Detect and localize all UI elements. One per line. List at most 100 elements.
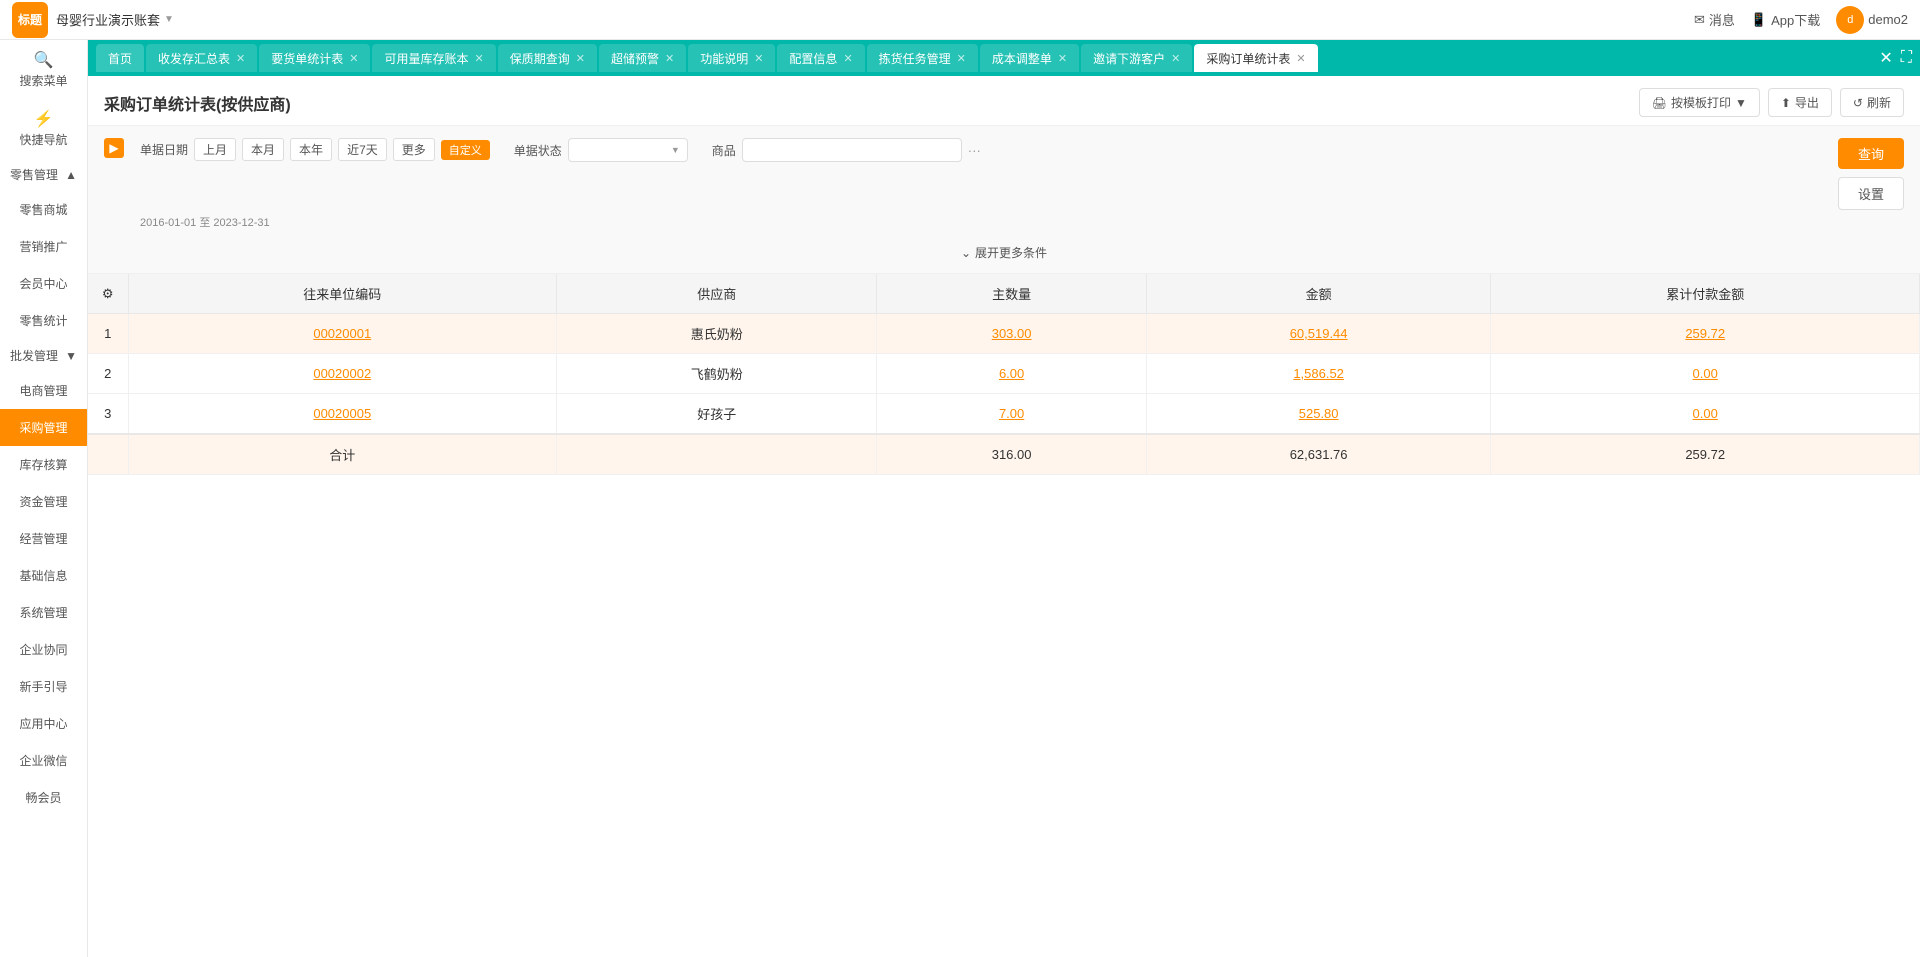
date-custom-badge[interactable]: 自定义 xyxy=(441,140,490,160)
tab-function-desc[interactable]: 功能说明 ✕ xyxy=(688,44,775,72)
cell-amount[interactable]: 1,586.52 xyxy=(1146,354,1491,394)
top-bar-left: 标题 母婴行业演示账套 ▼ xyxy=(12,2,174,38)
cell-paid-amount[interactable]: 259.72 xyxy=(1491,314,1920,354)
cell-paid-amount[interactable]: 0.00 xyxy=(1491,394,1920,435)
avatar: d xyxy=(1836,6,1864,34)
status-select[interactable] xyxy=(568,138,688,162)
sidebar-item-retail-stats[interactable]: 零售统计 xyxy=(0,302,87,339)
tab-shelf-life[interactable]: 保质期查询 ✕ xyxy=(498,44,597,72)
workspace-selector[interactable]: 母婴行业演示账套 ▼ xyxy=(56,10,174,29)
sidebar-item-enterprise[interactable]: 企业协同 xyxy=(0,631,87,668)
tab-overstock[interactable]: 超储预警 ✕ xyxy=(599,44,686,72)
date-shortcut-last-month[interactable]: 上月 xyxy=(194,138,236,161)
date-shortcut-more[interactable]: 更多 xyxy=(393,138,435,161)
tab-close-all-btn[interactable]: ✕ xyxy=(1879,48,1892,68)
close-icon[interactable]: ✕ xyxy=(349,52,358,65)
chevron-down-icon: ▲ xyxy=(65,168,77,182)
cell-no: 2 xyxy=(88,354,128,394)
cell-unit-code[interactable]: 00020001 xyxy=(128,314,557,354)
tab-home[interactable]: 首页 xyxy=(96,44,144,72)
close-icon[interactable]: ✕ xyxy=(1296,52,1305,65)
sidebar-item-purchase[interactable]: 采购管理 xyxy=(0,409,87,446)
cell-unit-code[interactable]: 00020002 xyxy=(128,354,557,394)
sidebar-item-newbie[interactable]: 新手引导 xyxy=(0,668,87,705)
download-icon: 📱 xyxy=(1751,12,1767,28)
close-icon[interactable]: ✕ xyxy=(475,52,484,65)
query-btn[interactable]: 查询 xyxy=(1838,138,1904,169)
close-icon[interactable]: ✕ xyxy=(236,52,245,65)
cell-supplier: 好孩子 xyxy=(557,394,877,435)
sidebar-item-quick-nav[interactable]: ⚡ 快捷导航 xyxy=(0,99,87,158)
settings-btn[interactable]: 设置 xyxy=(1838,177,1904,210)
export-btn[interactable]: ⬆ 导出 xyxy=(1768,88,1832,117)
table-row: 1 00020001 惠氏奶粉 303.00 60,519.44 259.72 xyxy=(88,314,1920,354)
tab-bar-actions: ✕ ⛶ xyxy=(1879,48,1912,68)
close-icon[interactable]: ✕ xyxy=(576,52,585,65)
sidebar-item-finance[interactable]: 资金管理 xyxy=(0,483,87,520)
app-logo: 标题 xyxy=(12,2,48,38)
tab-goods-stats[interactable]: 要货单统计表 ✕ xyxy=(259,44,370,72)
close-icon[interactable]: ✕ xyxy=(754,52,763,65)
goods-input[interactable] xyxy=(742,138,962,162)
tab-config-info[interactable]: 配置信息 ✕ xyxy=(777,44,864,72)
tab-maximize-btn[interactable]: ⛶ xyxy=(1901,48,1912,68)
close-icon[interactable]: ✕ xyxy=(665,52,674,65)
th-gear[interactable]: ⚙ xyxy=(88,274,128,314)
more-filters-icon[interactable]: ··· xyxy=(968,143,981,158)
sidebar-item-system[interactable]: 系统管理 xyxy=(0,594,87,631)
footer-paid-amount: 259.72 xyxy=(1491,434,1920,475)
refresh-btn[interactable]: ↺ 刷新 xyxy=(1840,88,1904,117)
template-print-btn[interactable]: 🖨 按模板打印 ▼ xyxy=(1639,88,1760,117)
date-shortcut-this-year[interactable]: 本年 xyxy=(290,138,332,161)
sidebar-item-marketing[interactable]: 营销推广 xyxy=(0,228,87,265)
filter-toggle-btn[interactable]: ▶ xyxy=(104,138,124,158)
sidebar-item-search[interactable]: 🔍 搜索菜单 xyxy=(0,40,87,99)
sidebar-item-basic-info[interactable]: 基础信息 xyxy=(0,557,87,594)
tab-receive-summary[interactable]: 收发存汇总表 ✕ xyxy=(146,44,257,72)
cell-main-qty[interactable]: 6.00 xyxy=(877,354,1146,394)
sidebar-item-wholesale[interactable]: 批发管理 ▼ xyxy=(0,339,87,372)
sidebar-item-member2[interactable]: 畅会员 xyxy=(0,779,87,816)
message-btn[interactable]: ✉ 消息 xyxy=(1694,10,1735,29)
table-body: 1 00020001 惠氏奶粉 303.00 60,519.44 259.72 … xyxy=(88,314,1920,435)
status-select-wrapper xyxy=(568,138,688,162)
close-icon[interactable]: ✕ xyxy=(1058,52,1067,65)
cell-main-qty[interactable]: 303.00 xyxy=(877,314,1146,354)
cell-unit-code[interactable]: 00020005 xyxy=(128,394,557,435)
main-content: 首页 收发存汇总表 ✕ 要货单统计表 ✕ 可用量库存账本 ✕ 保质期查询 ✕ 超… xyxy=(88,40,1920,957)
user-profile[interactable]: d demo2 xyxy=(1836,6,1908,34)
close-icon[interactable]: ✕ xyxy=(1171,52,1180,65)
top-bar-right: ✉ 消息 📱 App下载 d demo2 xyxy=(1694,6,1908,34)
tab-invite-downstream[interactable]: 邀请下游客户 ✕ xyxy=(1081,44,1192,72)
date-range-text: 2016-01-01 至 2023-12-31 xyxy=(140,214,270,230)
cell-amount[interactable]: 525.80 xyxy=(1146,394,1491,435)
tab-cost-adjust[interactable]: 成本调整单 ✕ xyxy=(980,44,1079,72)
chevron-down-icon-filter: ⌄ xyxy=(961,246,971,260)
sidebar-item-enterprise-wechat[interactable]: 企业微信 xyxy=(0,742,87,779)
date-shortcut-7days[interactable]: 近7天 xyxy=(338,138,387,161)
app-download-btn[interactable]: 📱 App下载 xyxy=(1751,10,1820,29)
sidebar-item-member[interactable]: 会员中心 xyxy=(0,265,87,302)
quick-nav-icon: ⚡ xyxy=(34,109,54,129)
tab-purchase-stats[interactable]: 采购订单统计表 ✕ xyxy=(1194,44,1317,72)
sidebar-item-inventory[interactable]: 库存核算 xyxy=(0,446,87,483)
expand-btn[interactable]: ⌄ 展开更多条件 xyxy=(961,244,1047,261)
sidebar-item-retail-shop[interactable]: 零售商城 xyxy=(0,191,87,228)
th-paid-amount: 累计付款金额 xyxy=(1491,274,1920,314)
table-area: ⚙ 往来单位编码 供应商 主数量 金额 累计付款金额 1 00020001 惠氏… xyxy=(88,274,1920,957)
close-icon[interactable]: ✕ xyxy=(957,52,966,65)
sidebar-item-app-center[interactable]: 应用中心 xyxy=(0,705,87,742)
close-icon[interactable]: ✕ xyxy=(843,52,852,65)
workspace-dropdown-arrow: ▼ xyxy=(164,14,174,25)
sidebar-item-operations[interactable]: 经营管理 xyxy=(0,520,87,557)
cell-paid-amount[interactable]: 0.00 xyxy=(1491,354,1920,394)
sidebar-item-ecommerce[interactable]: 电商管理 xyxy=(0,372,87,409)
tab-available-inventory[interactable]: 可用量库存账本 ✕ xyxy=(372,44,495,72)
sidebar-item-retail[interactable]: 零售管理 ▲ xyxy=(0,158,87,191)
tab-pick-task[interactable]: 拣货任务管理 ✕ xyxy=(867,44,978,72)
top-bar: 标题 母婴行业演示账套 ▼ ✉ 消息 📱 App下载 d demo2 xyxy=(0,0,1920,40)
cell-amount[interactable]: 60,519.44 xyxy=(1146,314,1491,354)
th-amount: 金额 xyxy=(1146,274,1491,314)
date-shortcut-this-month[interactable]: 本月 xyxy=(242,138,284,161)
cell-main-qty[interactable]: 7.00 xyxy=(877,394,1146,435)
